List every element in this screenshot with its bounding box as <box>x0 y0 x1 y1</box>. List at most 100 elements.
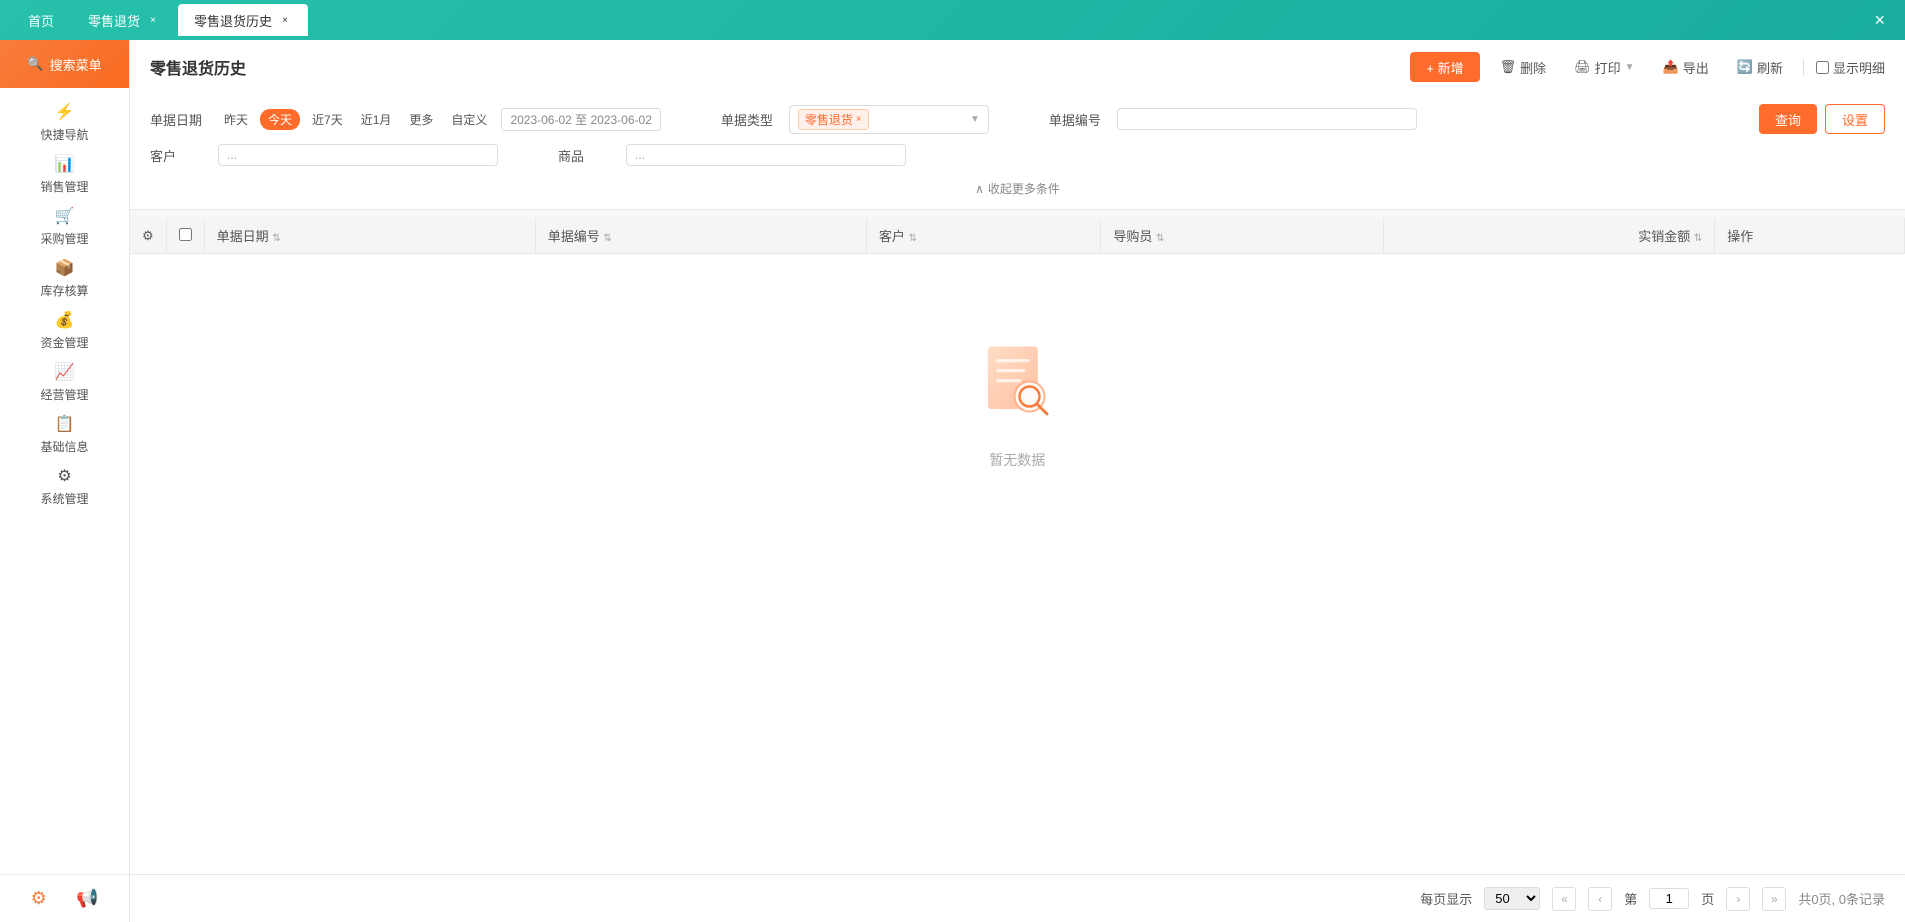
date-filter-label: 单据日期 <box>150 110 210 129</box>
delete-button[interactable]: 🗑 删除 <box>1492 54 1555 81</box>
main-layout: 🔍 搜索菜单 ⚡ 快捷导航 📊 销售管理 🛒 采购管理 📦 库存核算 💰 <box>0 40 1905 922</box>
basic-info-icon: 📋 <box>55 414 75 434</box>
sidebar-item-operations[interactable]: 📈 经营管理 <box>0 356 129 408</box>
table-head: ⚙ 单据日期 ⇅ 单据编号 ⇅ 客户 <box>130 218 1905 254</box>
filter-customer: 客户 ... <box>150 144 498 166</box>
settings-button[interactable]: 设置 <box>1825 104 1885 134</box>
tab-home[interactable]: 首页 <box>12 4 70 36</box>
collapse-button[interactable]: ∧ 收起更多条件 <box>963 176 1072 201</box>
tab-retail-return-close[interactable]: × <box>146 13 160 27</box>
operations-icon: 📈 <box>55 362 75 382</box>
sidebar-search-label: 搜索菜单 <box>50 55 102 74</box>
goods-label: 商品 <box>558 146 618 165</box>
tab-retail-return-history[interactable]: 零售退货历史 × <box>178 4 308 36</box>
sort-guide-icon: ⇅ <box>1156 233 1164 244</box>
select-all-checkbox[interactable] <box>179 228 192 241</box>
date-option-7days[interactable]: 近7天 <box>306 109 349 130</box>
bill-type-tag-close[interactable]: × <box>856 114 862 125</box>
bill-no-label: 单据编号 <box>1049 110 1109 129</box>
toolbar: + 新增 🗑 删除 🖨 打印 ▼ 📤 导出 🔄 <box>1410 52 1885 82</box>
filter-goods: 商品 ... <box>558 144 906 166</box>
export-button[interactable]: 📤 导出 <box>1655 54 1717 81</box>
settings-footer-icon[interactable]: ⚙ <box>31 888 47 909</box>
bill-type-dropdown-icon: ▼ <box>970 114 980 125</box>
bill-type-tag: 零售退货 × <box>798 109 869 130</box>
tab-retail-return[interactable]: 零售退货 × <box>72 4 176 36</box>
date-option-yesterday[interactable]: 昨天 <box>218 109 254 130</box>
goods-select[interactable]: ... <box>626 144 906 166</box>
window-close-button[interactable]: × <box>1866 6 1893 35</box>
add-button[interactable]: + 新增 <box>1410 52 1479 82</box>
th-bill-no[interactable]: 单据编号 ⇅ <box>535 218 866 254</box>
customer-select[interactable]: ... <box>218 144 498 166</box>
finance-icon: 💰 <box>55 310 75 330</box>
sidebar-item-sales[interactable]: 📊 销售管理 <box>0 148 129 200</box>
sidebar-item-purchase-label: 采购管理 <box>40 230 88 247</box>
filter-row-1: 单据日期 昨天 今天 近7天 近1月 更多 自定义 2023-06-02 至 2… <box>150 104 1885 134</box>
th-checkbox[interactable] <box>166 218 204 254</box>
collapse-row: ∧ 收起更多条件 <box>150 176 1885 209</box>
next-page-button[interactable]: › <box>1726 887 1750 911</box>
th-bill-date[interactable]: 单据日期 ⇅ <box>204 218 535 254</box>
page-size-label: 每页显示 <box>1420 889 1472 908</box>
sidebar-search[interactable]: 🔍 搜索菜单 <box>0 40 129 88</box>
delete-icon: 🗑 <box>1500 59 1517 75</box>
display-detail-toggle: 显示明细 <box>1816 58 1885 77</box>
sidebar-item-basic-info-label: 基础信息 <box>40 438 88 455</box>
audio-footer-icon[interactable]: 📢 <box>76 888 98 909</box>
action-buttons: 查询 设置 <box>1759 104 1885 134</box>
filter-row-2: 客户 ... 商品 ... <box>150 144 1885 166</box>
content-area: 零售退货历史 + 新增 🗑 删除 🖨 打印 ▼ 📤 导出 <box>130 40 1905 922</box>
sidebar-item-inventory[interactable]: 📦 库存核算 <box>0 252 129 304</box>
page-size-select[interactable]: 50 10 20 100 <box>1484 887 1540 910</box>
page-label-prefix: 第 <box>1624 889 1637 908</box>
page-header: 零售退货历史 + 新增 🗑 删除 🖨 打印 ▼ 📤 导出 <box>130 40 1905 210</box>
page-label-suffix: 页 <box>1701 889 1714 908</box>
sidebar-item-inventory-label: 库存核算 <box>40 282 88 299</box>
collapse-up-icon: ∧ <box>975 182 984 196</box>
refresh-icon: 🔄 <box>1737 59 1753 75</box>
th-bill-no-label: 单据编号 <box>548 229 600 244</box>
th-amount[interactable]: 实销金额 ⇅ <box>1384 218 1715 254</box>
th-customer[interactable]: 客户 ⇅ <box>866 218 1100 254</box>
refresh-button[interactable]: 🔄 刷新 <box>1729 54 1791 81</box>
prev-page-button[interactable]: ‹ <box>1588 887 1612 911</box>
table-body: 暂无数据 <box>130 254 1905 551</box>
date-option-1month[interactable]: 近1月 <box>355 109 398 130</box>
th-bill-date-label: 单据日期 <box>217 229 269 244</box>
pagination-bar: 每页显示 50 10 20 100 « ‹ 第 页 › » 共0页, 0条记录 <box>130 874 1905 922</box>
th-guide[interactable]: 导购员 ⇅ <box>1101 218 1384 254</box>
query-button[interactable]: 查询 <box>1759 104 1817 134</box>
sidebar-item-system[interactable]: ⚙ 系统管理 <box>0 460 129 512</box>
empty-text: 暂无数据 <box>989 450 1045 470</box>
tab-retail-return-history-close[interactable]: × <box>278 13 292 27</box>
th-amount-label: 实销金额 <box>1638 229 1690 244</box>
table-container: ⚙ 单据日期 ⇅ 单据编号 ⇅ 客户 <box>130 218 1905 874</box>
date-option-custom[interactable]: 自定义 <box>445 109 493 130</box>
th-actions: 操作 <box>1715 218 1905 254</box>
date-option-more[interactable]: 更多 <box>403 109 439 130</box>
date-range-display[interactable]: 2023-06-02 至 2023-06-02 <box>501 108 660 131</box>
bill-no-input[interactable] <box>1117 108 1417 130</box>
page-number-input[interactable] <box>1649 888 1689 909</box>
sidebar-item-quick-nav[interactable]: ⚡ 快捷导航 <box>0 96 129 148</box>
table-header-row: ⚙ 单据日期 ⇅ 单据编号 ⇅ 客户 <box>130 218 1905 254</box>
sidebar-item-finance[interactable]: 💰 资金管理 <box>0 304 129 356</box>
bill-type-select[interactable]: 零售退货 × ▼ <box>789 105 989 134</box>
purchase-icon: 🛒 <box>55 206 75 226</box>
last-page-button[interactable]: » <box>1762 887 1786 911</box>
sidebar-item-sales-label: 销售管理 <box>40 178 88 195</box>
sidebar-item-basic-info[interactable]: 📋 基础信息 <box>0 408 129 460</box>
print-button[interactable]: 🖨 打印 ▼ <box>1566 54 1642 81</box>
sidebar-item-quick-nav-label: 快捷导航 <box>40 126 88 143</box>
display-detail-checkbox[interactable] <box>1816 61 1829 74</box>
first-page-button[interactable]: « <box>1552 887 1576 911</box>
th-settings[interactable]: ⚙ <box>130 218 166 254</box>
empty-state: 暂无数据 <box>130 254 1905 550</box>
sidebar: 🔍 搜索菜单 ⚡ 快捷导航 📊 销售管理 🛒 采购管理 📦 库存核算 💰 <box>0 40 130 922</box>
date-option-today[interactable]: 今天 <box>260 109 300 130</box>
export-icon: 📤 <box>1663 59 1679 75</box>
collapse-label: 收起更多条件 <box>988 180 1060 197</box>
filter-date: 单据日期 昨天 今天 近7天 近1月 更多 自定义 2023-06-02 至 2… <box>150 108 661 131</box>
sidebar-item-purchase[interactable]: 🛒 采购管理 <box>0 200 129 252</box>
